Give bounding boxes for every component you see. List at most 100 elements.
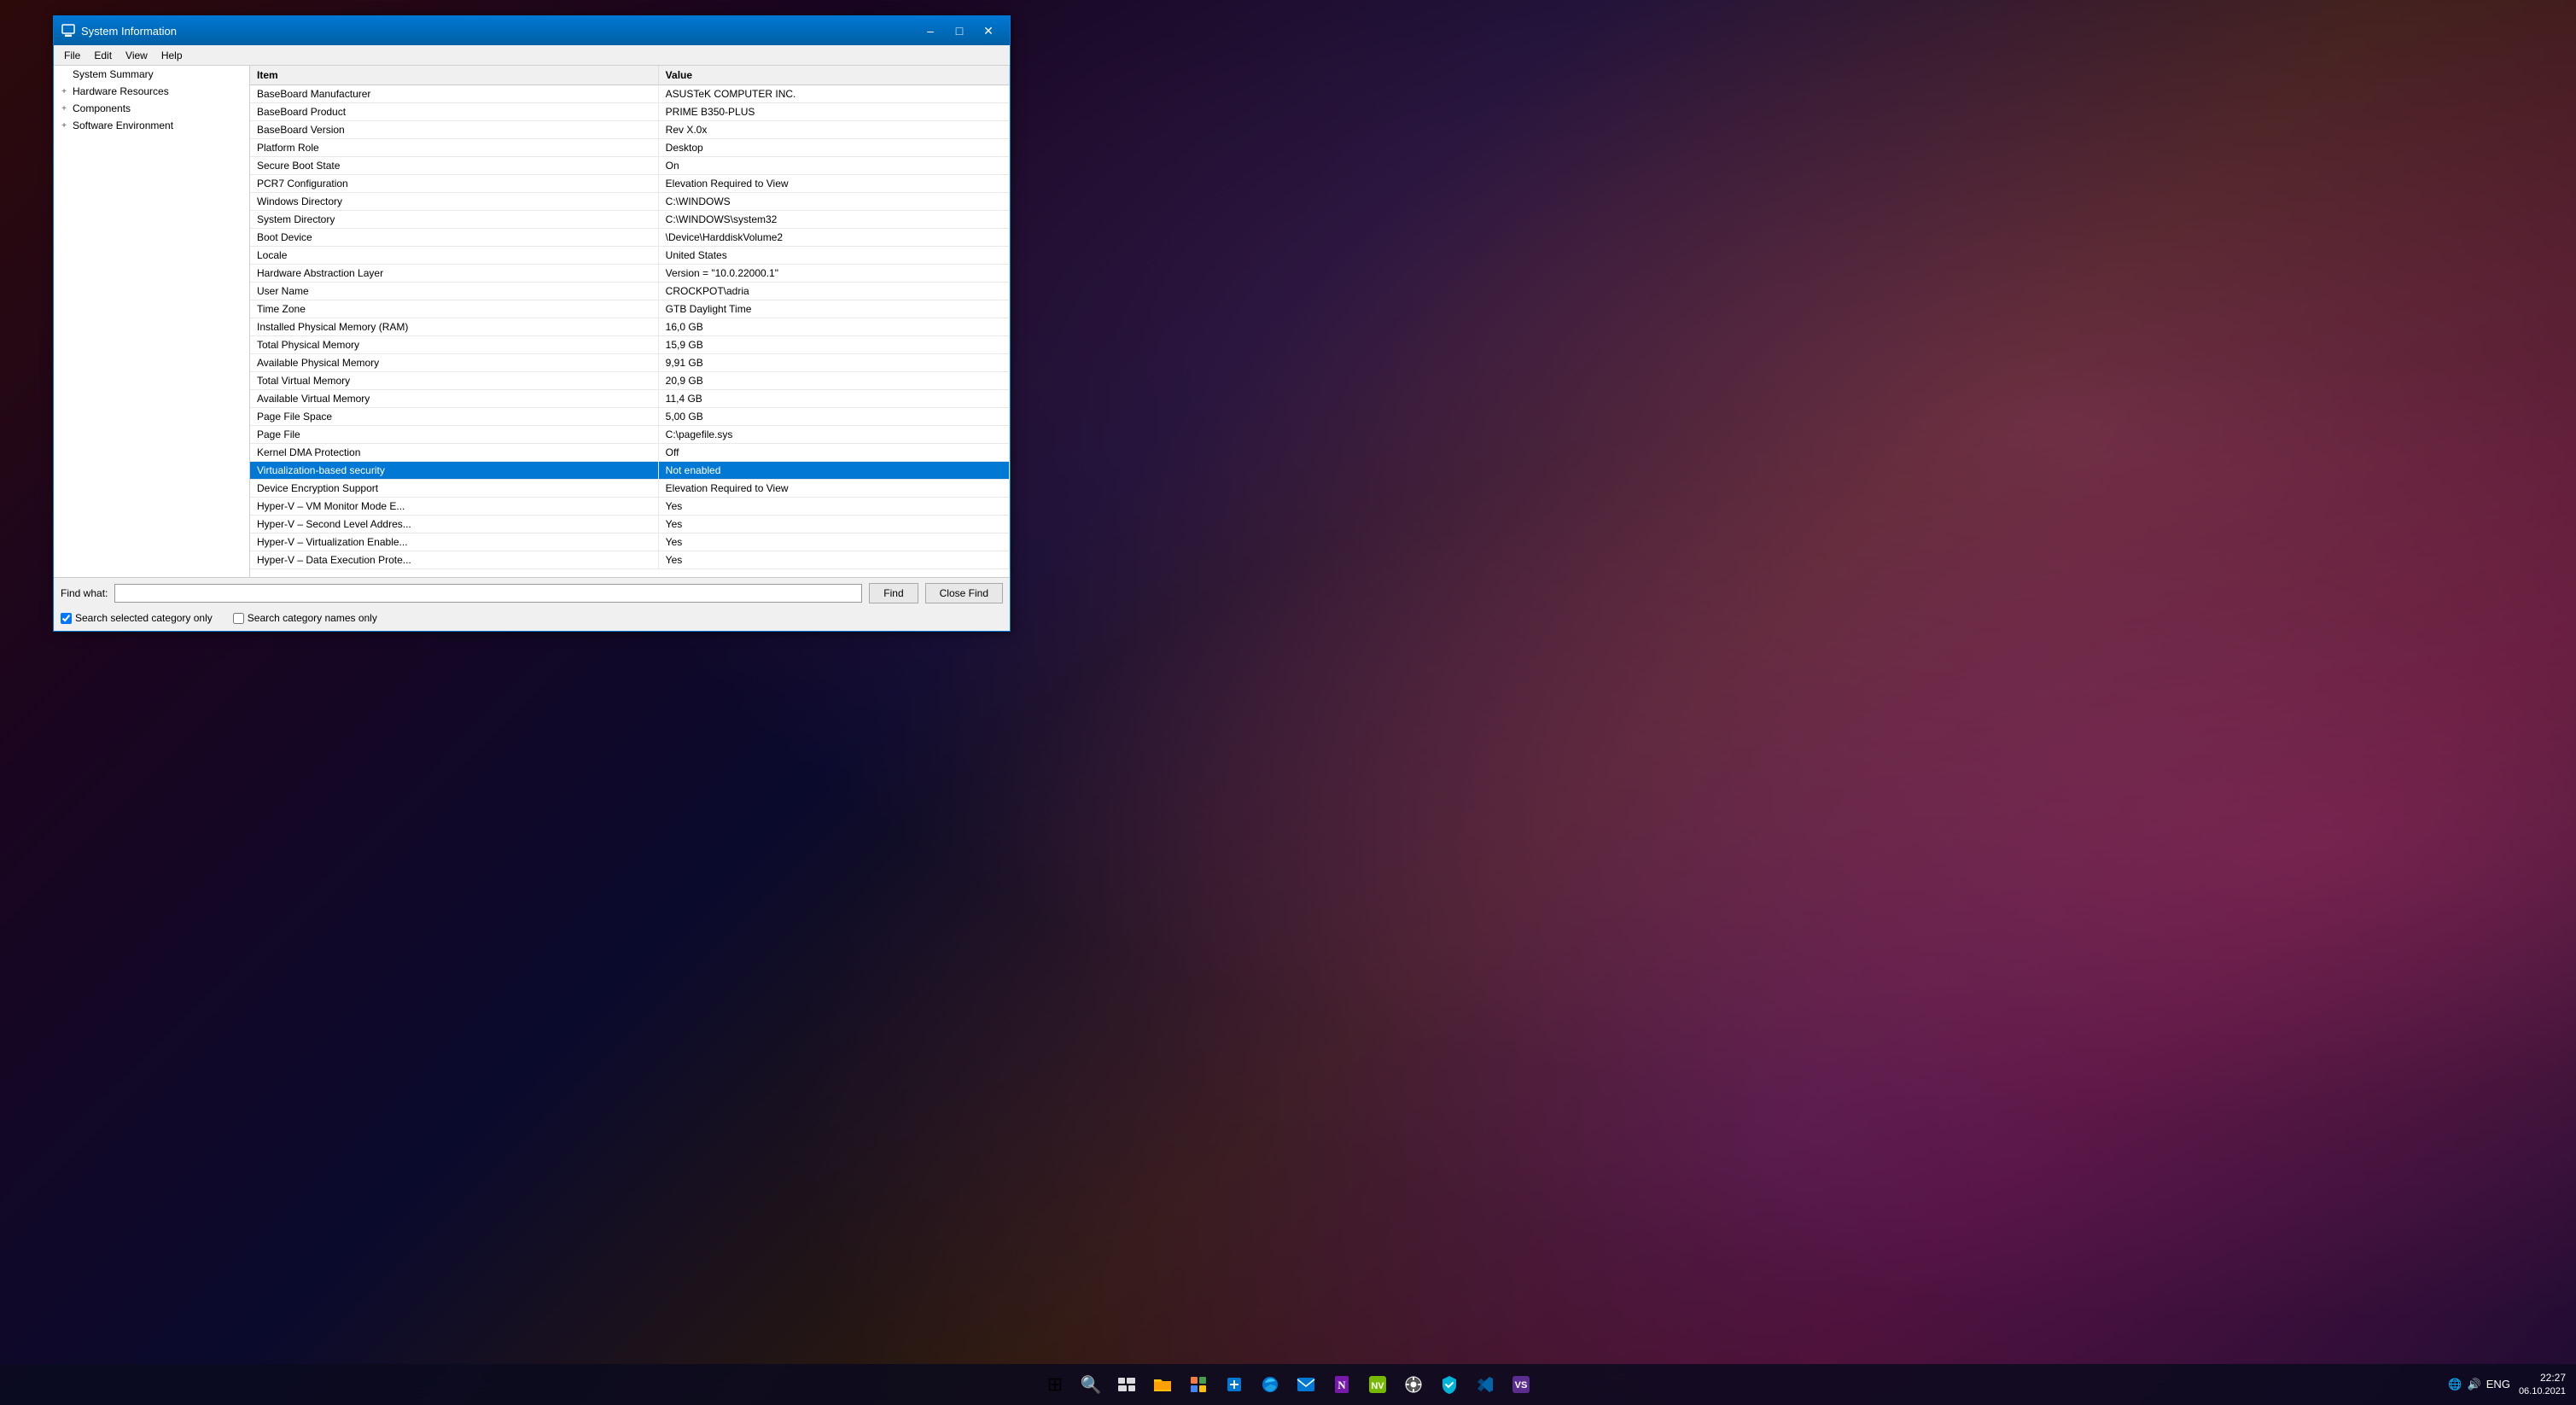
table-cell-value: Off [658, 444, 1009, 462]
menu-edit[interactable]: Edit [87, 48, 119, 63]
sidebar-item-software-environment[interactable]: + Software Environment [54, 117, 249, 134]
table-cell-value: \Device\HarddiskVolume2 [658, 229, 1009, 247]
table-cell-value: GTB Daylight Time [658, 300, 1009, 318]
window-title: System Information [81, 25, 916, 38]
table-cell-value: Desktop [658, 139, 1009, 157]
table-cell-item: Platform Role [250, 139, 658, 157]
table-row[interactable]: Hardware Abstraction LayerVersion = "10.… [250, 265, 1010, 283]
search-category-only-checkbox[interactable]: Search selected category only [61, 612, 213, 624]
find-input[interactable] [114, 584, 862, 603]
table-cell-item: Available Physical Memory [250, 354, 658, 372]
table-row[interactable]: Available Physical Memory9,91 GB [250, 354, 1010, 372]
table-row[interactable]: User NameCROCKPOT\adria [250, 283, 1010, 300]
table-cell-value: 5,00 GB [658, 408, 1009, 426]
search-category-only-input[interactable] [61, 613, 72, 624]
table-row[interactable]: Page FileC:\pagefile.sys [250, 426, 1010, 444]
close-find-button[interactable]: Close Find [925, 583, 1003, 603]
menu-help[interactable]: Help [154, 48, 189, 63]
table-cell-item: Device Encryption Support [250, 480, 658, 498]
language-indicator[interactable]: ENG [2486, 1378, 2510, 1390]
table-cell-item: BaseBoard Product [250, 103, 658, 121]
sidebar-label-components: Components [73, 102, 131, 114]
table-cell-item: Boot Device [250, 229, 658, 247]
sidebar-item-hardware-resources[interactable]: + Hardware Resources [54, 83, 249, 100]
table-row[interactable]: Total Physical Memory15,9 GB [250, 336, 1010, 354]
table-cell-item: Kernel DMA Protection [250, 444, 658, 462]
sidebar: System Summary + Hardware Resources + Co… [54, 66, 250, 577]
volume-icon[interactable]: 🔊 [2468, 1378, 2481, 1391]
menu-file[interactable]: File [57, 48, 87, 63]
sidebar-item-system-summary[interactable]: System Summary [54, 66, 249, 83]
table-row[interactable]: Secure Boot StateOn [250, 157, 1010, 175]
table-row[interactable]: Kernel DMA ProtectionOff [250, 444, 1010, 462]
table-row[interactable]: Hyper-V – Data Execution Prote...Yes [250, 551, 1010, 569]
start-button[interactable]: ⊞ [1040, 1369, 1070, 1400]
defender-button[interactable] [1434, 1369, 1465, 1400]
table-row[interactable]: Installed Physical Memory (RAM)16,0 GB [250, 318, 1010, 336]
table-row[interactable]: Hyper-V – Second Level Addres...Yes [250, 516, 1010, 533]
table-row[interactable]: Boot Device\Device\HarddiskVolume2 [250, 229, 1010, 247]
network-icon[interactable]: 🌐 [2448, 1378, 2462, 1391]
table-cell-item: Virtualization-based security [250, 462, 658, 480]
search-category-names-input[interactable] [233, 613, 244, 624]
table-row[interactable]: Available Virtual Memory11,4 GB [250, 390, 1010, 408]
table-cell-value: C:\WINDOWS\system32 [658, 211, 1009, 229]
pinned-2-button[interactable] [1219, 1369, 1250, 1400]
table-cell-value: Not enabled [658, 462, 1009, 480]
task-view-button[interactable] [1111, 1369, 1142, 1400]
table-row[interactable]: Hyper-V – VM Monitor Mode E...Yes [250, 498, 1010, 516]
onenote-button[interactable]: N [1326, 1369, 1357, 1400]
table-cell-value: 9,91 GB [658, 354, 1009, 372]
search-category-names-checkbox[interactable]: Search category names only [233, 612, 377, 624]
table-row[interactable]: Platform RoleDesktop [250, 139, 1010, 157]
file-explorer-button[interactable] [1147, 1369, 1178, 1400]
table-cell-value: Version = "10.0.22000.1" [658, 265, 1009, 283]
system-information-window: System Information – □ ✕ File Edit View … [53, 15, 1011, 632]
table-row[interactable]: System DirectoryC:\WINDOWS\system32 [250, 211, 1010, 229]
table-header-row: Item Value [250, 66, 1010, 85]
table-row[interactable]: Total Virtual Memory20,9 GB [250, 372, 1010, 390]
close-button[interactable]: ✕ [974, 19, 1003, 43]
find-button[interactable]: Find [869, 583, 918, 603]
table-cell-value: Yes [658, 533, 1009, 551]
table-row[interactable]: BaseBoard VersionRev X.0x [250, 121, 1010, 139]
sidebar-label-hardware-resources: Hardware Resources [73, 85, 169, 97]
table-row[interactable]: Time ZoneGTB Daylight Time [250, 300, 1010, 318]
table-row[interactable]: PCR7 ConfigurationElevation Required to … [250, 175, 1010, 193]
pinned-1-button[interactable] [1183, 1369, 1214, 1400]
table-cell-item: Hyper-V – VM Monitor Mode E... [250, 498, 658, 516]
menu-view[interactable]: View [119, 48, 154, 63]
mail-button[interactable] [1291, 1369, 1321, 1400]
table-cell-value: 11,4 GB [658, 390, 1009, 408]
table-row[interactable]: Device Encryption SupportElevation Requi… [250, 480, 1010, 498]
search-button[interactable]: 🔍 [1075, 1369, 1106, 1400]
sidebar-item-components[interactable]: + Components [54, 100, 249, 117]
table-cell-item: Hyper-V – Second Level Addres... [250, 516, 658, 533]
table-cell-value: Yes [658, 498, 1009, 516]
vscode-button[interactable] [1470, 1369, 1501, 1400]
table-row[interactable]: Windows DirectoryC:\WINDOWS [250, 193, 1010, 211]
table-cell-item: Windows Directory [250, 193, 658, 211]
table-cell-item: Page File Space [250, 408, 658, 426]
table-cell-item: Time Zone [250, 300, 658, 318]
nvidia-button[interactable]: NV [1362, 1369, 1393, 1400]
minimize-button[interactable]: – [916, 19, 945, 43]
data-area[interactable]: Item Value BaseBoard ManufacturerASUSTeK… [250, 66, 1010, 577]
visual-studio-button[interactable]: VS [1506, 1369, 1536, 1400]
table-cell-value: Yes [658, 516, 1009, 533]
table-row[interactable]: Virtualization-based securityNot enabled [250, 462, 1010, 480]
column-header-item: Item [250, 66, 658, 85]
table-cell-item: Hyper-V – Data Execution Prote... [250, 551, 658, 569]
table-row[interactable]: Page File Space5,00 GB [250, 408, 1010, 426]
search-category-only-label: Search selected category only [75, 612, 213, 624]
settings-button[interactable] [1398, 1369, 1429, 1400]
table-row[interactable]: Hyper-V – Virtualization Enable...Yes [250, 533, 1010, 551]
window-icon [61, 23, 76, 38]
table-cell-item: Total Physical Memory [250, 336, 658, 354]
taskbar-clock[interactable]: 22:27 06.10.2021 [2519, 1372, 2566, 1397]
table-row[interactable]: BaseBoard ManufacturerASUSTeK COMPUTER I… [250, 85, 1010, 103]
table-row[interactable]: LocaleUnited States [250, 247, 1010, 265]
table-row[interactable]: BaseBoard ProductPRIME B350-PLUS [250, 103, 1010, 121]
maximize-button[interactable]: □ [945, 19, 974, 43]
edge-button[interactable] [1255, 1369, 1285, 1400]
